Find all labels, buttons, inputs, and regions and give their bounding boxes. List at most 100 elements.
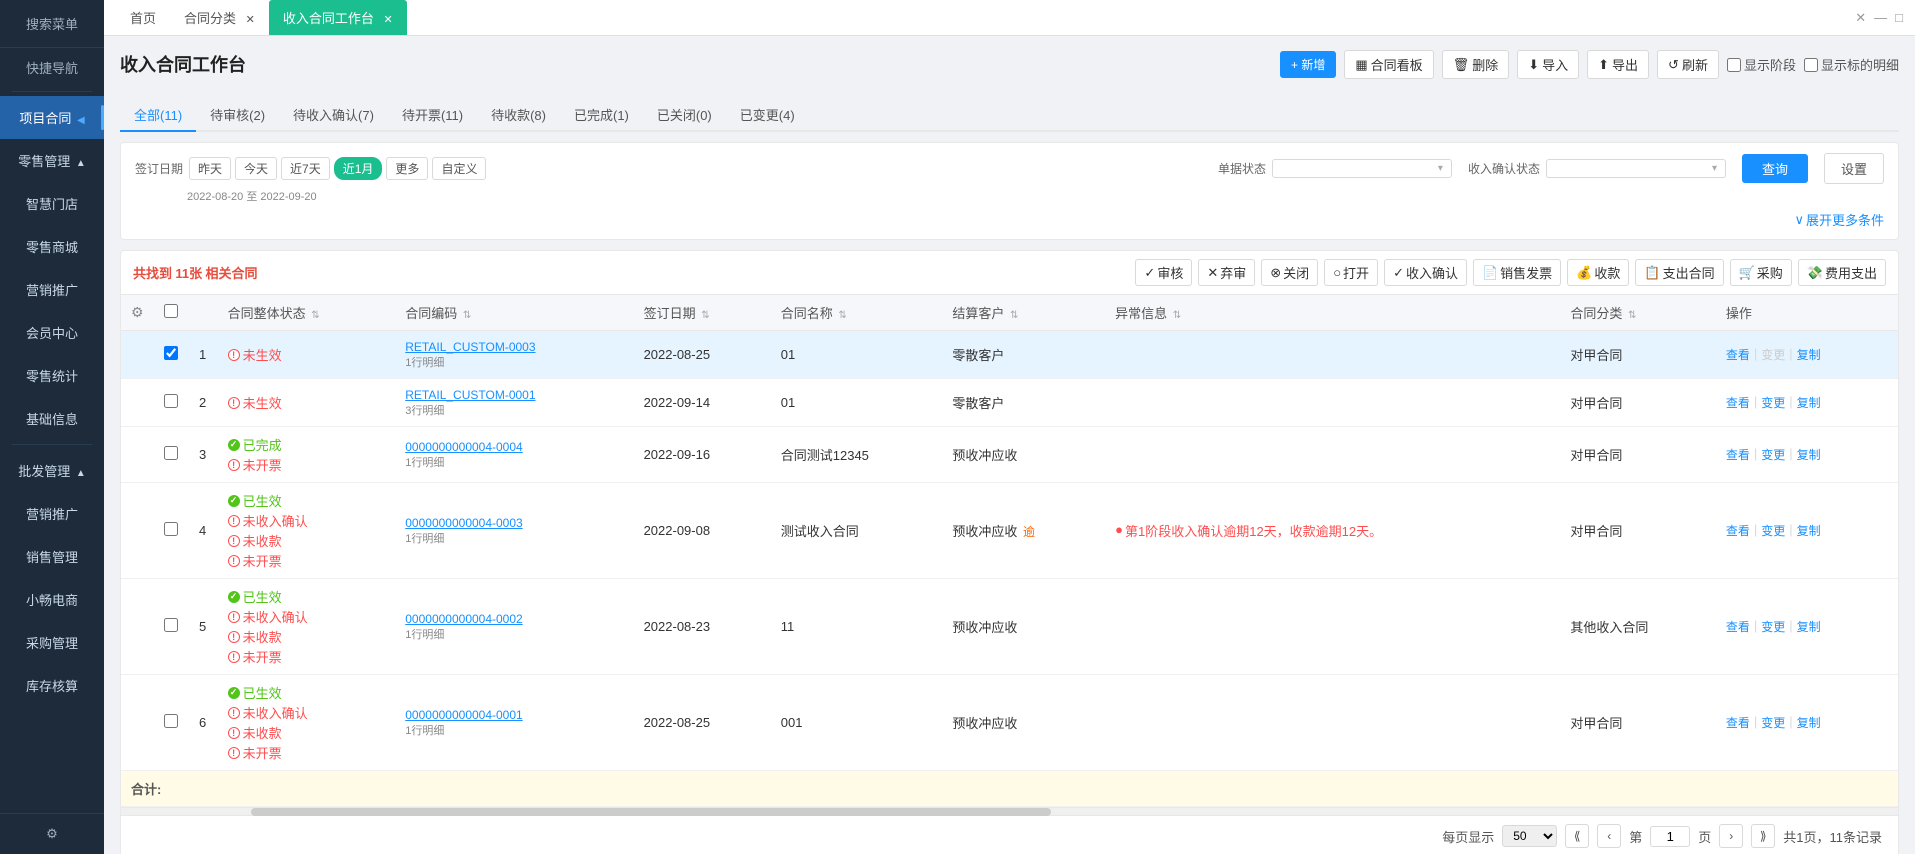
op-change-2[interactable]: 变更 [1761, 394, 1785, 411]
sidebar-item-retail-stat[interactable]: 零售统计 [0, 354, 104, 397]
sidebar-item-batch-mgmt[interactable]: 批发管理 ▲ [0, 449, 104, 492]
op-copy-6[interactable]: 复制 [1797, 714, 1821, 731]
sidebar-search[interactable]: 搜索菜单 [0, 0, 104, 48]
col-error-info[interactable]: 异常信息 ⇅ [1105, 295, 1560, 331]
cell-checkbox-5[interactable] [154, 579, 188, 675]
page-size-select[interactable]: 50 10 20 100 [1502, 825, 1557, 847]
show-stage-checkbox[interactable]: 显示阶段 [1727, 55, 1796, 74]
cell-checkbox-2[interactable] [154, 379, 188, 427]
op-view-3[interactable]: 查看 [1726, 446, 1750, 463]
filter-tab-closed[interactable]: 已关闭(0) [643, 99, 726, 132]
filter-tab-pending-invoice[interactable]: 待开票(11) [388, 99, 477, 132]
col-code[interactable]: 合同编码 ⇅ [395, 295, 633, 331]
date-custom-btn[interactable]: 自定义 [432, 157, 486, 180]
sidebar-quick-nav[interactable]: 快捷导航 [0, 48, 104, 87]
horizontal-scrollbar[interactable] [121, 807, 1898, 815]
window-max-btn[interactable]: □ [1895, 10, 1903, 25]
tab-contract-cat-close[interactable]: ✕ [246, 14, 255, 26]
window-min-btn[interactable]: — [1874, 10, 1887, 25]
show-stage-input[interactable] [1727, 58, 1741, 72]
op-view-5[interactable]: 查看 [1726, 618, 1750, 635]
gear-icon[interactable]: ⚙ [131, 304, 144, 320]
filter-tab-changed[interactable]: 已变更(4) [726, 99, 809, 132]
col-sign-date[interactable]: 签订日期 ⇅ [634, 295, 771, 331]
abandon-btn[interactable]: ✕ 弃审 [1198, 259, 1255, 286]
payment-btn[interactable]: 💰 收款 [1567, 259, 1629, 286]
cell-checkbox-1[interactable] [154, 331, 188, 379]
op-view-1[interactable]: 查看 [1726, 346, 1750, 363]
sidebar-item-retail-mall[interactable]: 零售商城 [0, 225, 104, 268]
row5-checkbox[interactable] [164, 618, 178, 632]
op-copy-3[interactable]: 复制 [1797, 446, 1821, 463]
date-yesterday-btn[interactable]: 昨天 [189, 157, 231, 180]
page-last-btn[interactable]: ⟫ [1751, 824, 1775, 848]
sidebar-item-purchase[interactable]: 采购管理 [0, 621, 104, 664]
op-copy-4[interactable]: 复制 [1797, 522, 1821, 539]
contract-link-4[interactable]: 0000000000004-0003 [405, 516, 522, 530]
row3-checkbox[interactable] [164, 446, 178, 460]
row6-checkbox[interactable] [164, 714, 178, 728]
op-copy-2[interactable]: 复制 [1797, 394, 1821, 411]
window-close-btn[interactable]: ✕ [1855, 10, 1866, 26]
page-next-btn[interactable]: › [1719, 824, 1743, 848]
cell-checkbox-3[interactable] [154, 427, 188, 483]
filter-tab-completed[interactable]: 已完成(1) [560, 99, 643, 132]
op-change-6[interactable]: 变更 [1761, 714, 1785, 731]
contract-link-6[interactable]: 0000000000004-0001 [405, 708, 522, 722]
import-button[interactable]: ⬇ 导入 [1517, 50, 1579, 79]
tab-income-workbench[interactable]: 收入合同工作台 ✕ [269, 0, 407, 35]
show-flag-detail-checkbox[interactable]: 显示标的明细 [1804, 55, 1899, 74]
page-input[interactable] [1650, 826, 1690, 847]
purchase-btn[interactable]: 🛒 采购 [1730, 259, 1792, 286]
col-customer[interactable]: 结算客户 ⇅ [942, 295, 1105, 331]
export-button[interactable]: ⬆ 导出 [1587, 50, 1649, 79]
op-copy-5[interactable]: 复制 [1797, 618, 1821, 635]
op-change-5[interactable]: 变更 [1761, 618, 1785, 635]
filter-tab-pending-confirm[interactable]: 待收入确认(7) [279, 99, 388, 132]
page-prev-btn[interactable]: ‹ [1597, 824, 1621, 848]
tab-contract-cat[interactable]: 合同分类 ✕ [170, 0, 269, 35]
contract-link-5[interactable]: 0000000000004-0002 [405, 612, 522, 626]
contract-link-2[interactable]: RETAIL_CUSTOM-0001 [405, 388, 535, 402]
op-view-2[interactable]: 查看 [1726, 394, 1750, 411]
settings-button[interactable]: 设置 [1824, 153, 1884, 184]
sidebar-item-marketing2[interactable]: 营销推广 [0, 492, 104, 535]
filter-tab-all[interactable]: 全部(11) [120, 99, 196, 132]
tab-income-workbench-close[interactable]: ✕ [384, 14, 393, 26]
sales-invoice-btn[interactable]: 📄 销售发票 [1473, 259, 1561, 286]
cell-checkbox-6[interactable] [154, 675, 188, 771]
op-change-3[interactable]: 变更 [1761, 446, 1785, 463]
page-first-btn[interactable]: ⟪ [1565, 824, 1589, 848]
op-view-6[interactable]: 查看 [1726, 714, 1750, 731]
scrollbar-thumb[interactable] [251, 808, 1051, 816]
date-last7-btn[interactable]: 近7天 [281, 157, 330, 180]
sidebar-item-member[interactable]: 会员中心 [0, 311, 104, 354]
refresh-button[interactable]: ↺ 刷新 [1657, 50, 1719, 79]
doc-status-select[interactable]: ▾ [1272, 159, 1452, 178]
col-status[interactable]: 合同整体状态 ⇅ [218, 295, 396, 331]
sidebar-item-retail-mgmt[interactable]: 零售管理 ▲ [0, 139, 104, 182]
add-button[interactable]: + 新增 [1280, 51, 1336, 78]
show-flag-detail-input[interactable] [1804, 58, 1818, 72]
income-confirm-select[interactable]: ▾ [1546, 159, 1726, 178]
row1-checkbox[interactable] [164, 346, 178, 360]
op-copy-1[interactable]: 复制 [1797, 346, 1821, 363]
close-btn[interactable]: ⊗ 关闭 [1261, 259, 1318, 286]
cell-checkbox-4[interactable] [154, 483, 188, 579]
expand-more-btn[interactable]: ∨ 展开更多条件 [1794, 210, 1884, 229]
contract-link-3[interactable]: 0000000000004-0004 [405, 440, 522, 454]
row2-checkbox[interactable] [164, 394, 178, 408]
date-today-btn[interactable]: 今天 [235, 157, 277, 180]
out-contract-btn[interactable]: 📋 支出合同 [1635, 259, 1723, 286]
open-btn[interactable]: ○ 打开 [1324, 259, 1378, 286]
sidebar-item-sales-mgmt[interactable]: 销售管理 [0, 535, 104, 578]
table-scroll[interactable]: ⚙ 合同整体状态 ⇅ 合同编码 [121, 295, 1898, 807]
filter-tab-pending-payment[interactable]: 待收款(8) [477, 99, 560, 132]
sidebar-settings[interactable]: ⚙ [0, 813, 104, 854]
review-btn[interactable]: ✓ 审核 [1135, 259, 1192, 286]
sidebar-item-project[interactable]: 项目合同 ◀ [0, 96, 104, 139]
date-more-btn[interactable]: 更多 [386, 157, 428, 180]
col-category[interactable]: 合同分类 ⇅ [1560, 295, 1715, 331]
sidebar-item-marketing[interactable]: 营销推广 [0, 268, 104, 311]
sidebar-item-inventory[interactable]: 库存核算 [0, 664, 104, 707]
